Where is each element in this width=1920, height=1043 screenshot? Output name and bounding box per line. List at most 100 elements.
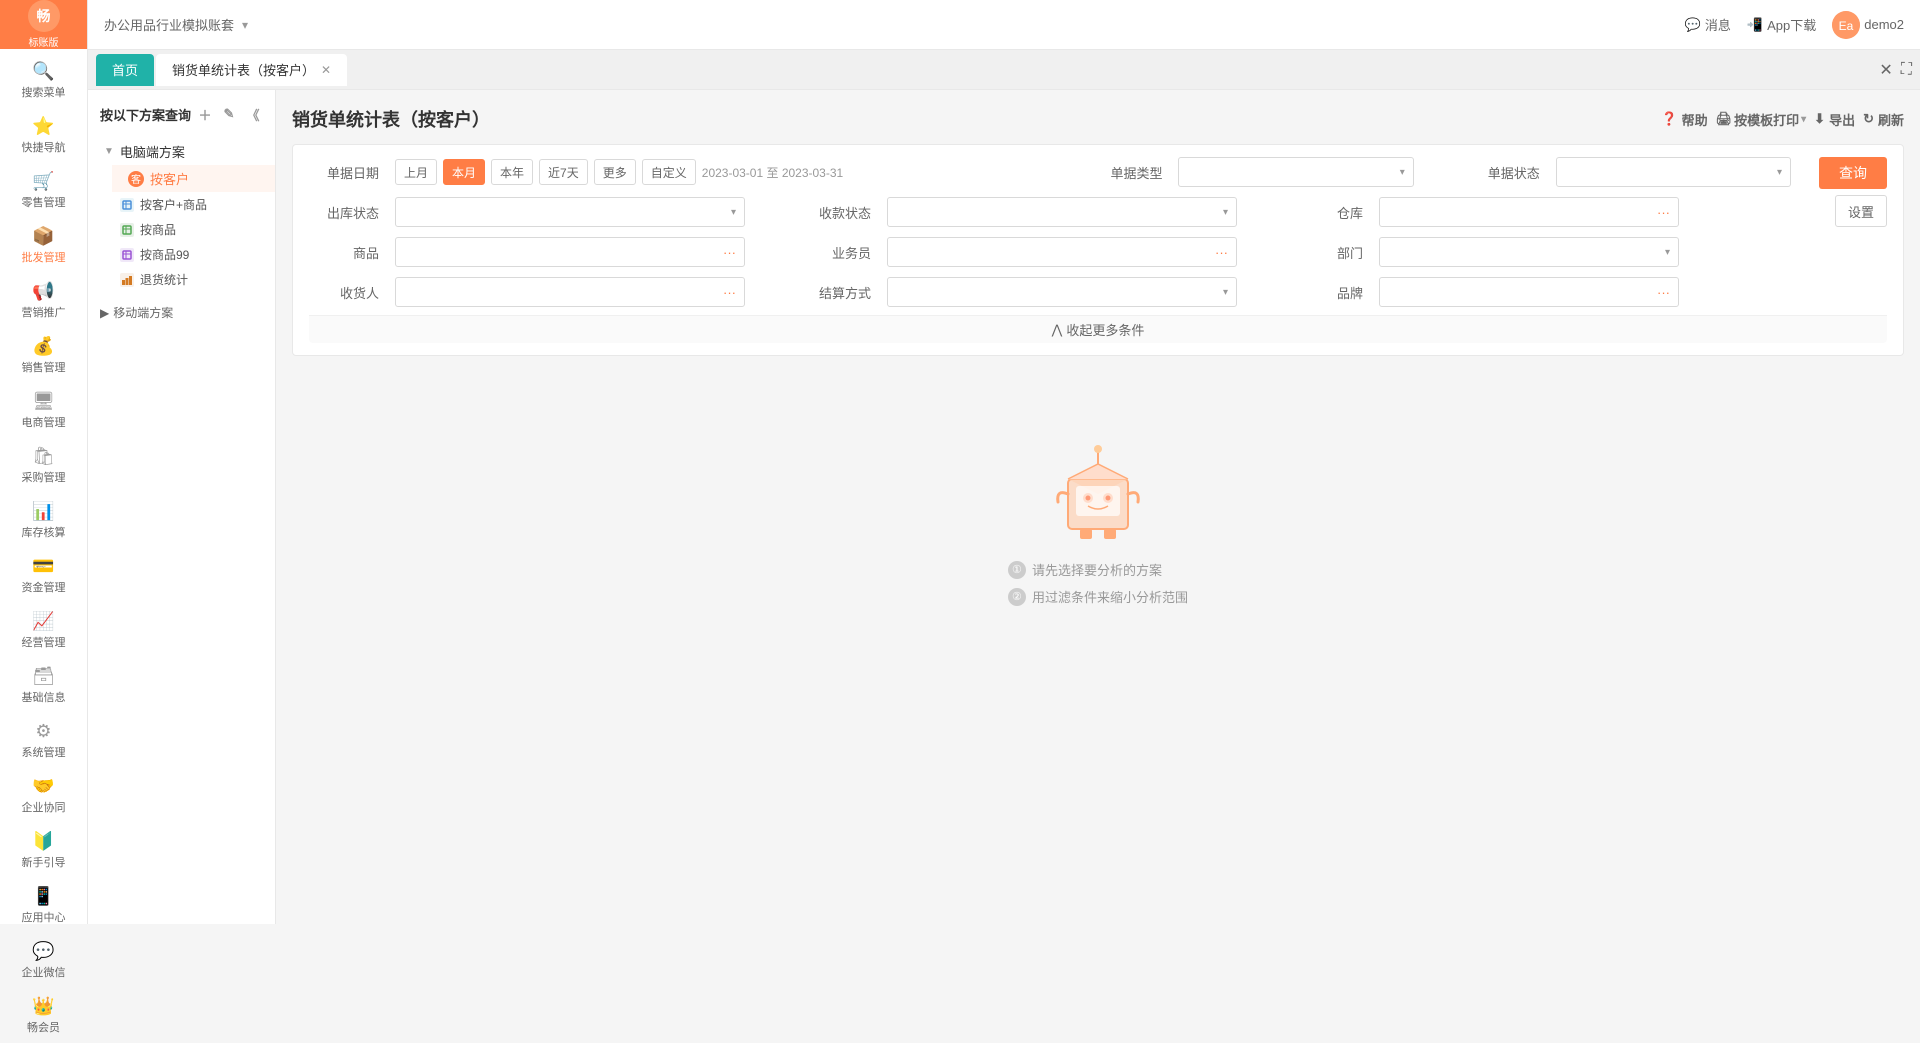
order-status-label: 单据状态 <box>1470 163 1540 182</box>
svg-text:Ea: Ea <box>1839 19 1854 33</box>
brand-ellipsis[interactable]: ··· <box>1657 285 1670 300</box>
tip-num-1: ① <box>1008 561 1026 579</box>
tree-item-by-goods99[interactable]: 按商品99 <box>112 242 275 267</box>
refresh-btn[interactable]: ↻ 刷新 <box>1863 110 1904 129</box>
date-btn-more[interactable]: 更多 <box>594 159 636 185</box>
receiver-ellipsis[interactable]: ··· <box>723 285 736 300</box>
tab-sales-report[interactable]: 销货单统计表（按客户） ✕ <box>156 54 347 86</box>
sidebar-item-apps[interactable]: 📱 应用中心 <box>0 878 87 933</box>
out-status-input[interactable]: ▾ <box>395 197 745 227</box>
tab-home[interactable]: 首页 <box>96 54 154 86</box>
brand-input[interactable]: ··· <box>1379 277 1679 307</box>
tab-close-window-btn[interactable]: ✕ <box>1879 60 1892 80</box>
tree-item-return-stats[interactable]: 退货统计 <box>112 267 275 292</box>
sidebar-item-retail[interactable]: 🛒 零售管理 <box>0 163 87 218</box>
sidebar-item-nav[interactable]: ⭐ 快捷导航 <box>0 108 87 163</box>
sidebar-item-guide[interactable]: 🔰 新手引导 <box>0 823 87 878</box>
tab-close-btn[interactable]: ✕ <box>321 63 331 77</box>
date-btn-this-year[interactable]: 本年 <box>491 159 533 185</box>
message-btn[interactable]: 💬 消息 <box>1685 15 1731 34</box>
help-icon: ❓ <box>1661 111 1677 127</box>
sidebar-item-member[interactable]: 👑 畅会员 <box>0 988 87 1043</box>
help-btn[interactable]: ❓ 帮助 <box>1661 110 1707 129</box>
tree-item-customer-goods[interactable]: 按客户+商品 <box>112 192 275 217</box>
sidebar-item-purchase[interactable]: 🛍 采购管理 <box>0 438 87 493</box>
salesperson-input[interactable]: ··· <box>887 237 1237 267</box>
tab-maximize-btn[interactable]: ⛶ <box>1901 61 1912 79</box>
empty-state: ① 请先选择要分析的方案 ② 用过滤条件来缩小分析范围 <box>292 364 1904 666</box>
print-btn[interactable]: 🖨 按模板打印 ▾ <box>1716 110 1807 129</box>
app-subtitle: 标账版 <box>29 34 59 49</box>
sidebar-item-sales[interactable]: 💰 销售管理 <box>0 328 87 383</box>
order-type-input[interactable]: ▾ <box>1178 157 1413 187</box>
sales-report-tab-label: 销货单统计表（按客户） <box>172 60 315 79</box>
warehouse-ellipsis[interactable]: ··· <box>1657 205 1670 220</box>
topbar-left: 办公用品行业模拟账套 ▾ <box>104 15 248 34</box>
sidebar-item-collab[interactable]: 🤝 企业协同 <box>0 768 87 823</box>
query-button[interactable]: 查询 <box>1819 157 1887 189</box>
user-info[interactable]: Ea demo2 <box>1832 11 1904 39</box>
date-range-text: 2023-03-01 至 2023-03-31 <box>702 164 843 181</box>
ecommerce-icon: 🖥 <box>32 391 55 412</box>
sidebar-item-basic[interactable]: 🗃 基础信息 <box>0 658 87 713</box>
salesperson-ellipsis[interactable]: ··· <box>1215 245 1228 260</box>
tree-desktop-items: 客 按客户 按客户+商品 按商品 <box>88 165 275 292</box>
sidebar-item-inventory[interactable]: 📊 库存核算 <box>0 493 87 548</box>
date-btn-custom[interactable]: 自定义 <box>642 159 696 185</box>
guide-icon: 🔰 <box>32 831 54 852</box>
warehouse-input[interactable]: ··· <box>1379 197 1679 227</box>
order-status-input[interactable]: ▾ <box>1556 157 1791 187</box>
collect-status-dropdown: ▾ <box>1223 207 1228 218</box>
sidebar-item-ecommerce[interactable]: 🖥 电商管理 <box>0 383 87 438</box>
print-dropdown-arrow: ▾ <box>1801 114 1806 125</box>
tree-item-by-goods[interactable]: 按商品 <box>112 217 275 242</box>
sidebar-item-system[interactable]: ⚙ 系统管理 <box>0 713 87 768</box>
side-panel-icons: ＋ ✎ 《 <box>195 104 263 124</box>
settlement-label: 结算方式 <box>801 283 871 302</box>
receiver-input[interactable]: ··· <box>395 277 745 307</box>
order-type-dropdown-arrow: ▾ <box>1400 167 1405 178</box>
date-buttons-group: 上月 本月 本年 近7天 更多 自定义 2023-03-01 至 2023-03… <box>395 159 843 185</box>
app-logo: 畅 <box>28 0 60 32</box>
receiver-label: 收货人 <box>309 283 379 302</box>
goods-input[interactable]: ··· <box>395 237 745 267</box>
apps-icon: 📱 <box>32 886 54 907</box>
collapse-panel-btn[interactable]: 《 <box>243 104 263 124</box>
avatar: Ea <box>1832 11 1860 39</box>
add-scheme-btn[interactable]: ＋ <box>195 104 215 124</box>
date-btn-7days[interactable]: 近7天 <box>539 159 588 185</box>
empty-tips: ① 请先选择要分析的方案 ② 用过滤条件来缩小分析范围 <box>1008 560 1188 606</box>
tree-item-by-customer[interactable]: 客 按客户 <box>112 165 275 192</box>
sidebar-item-search[interactable]: 🔍 搜索菜单 <box>0 53 87 108</box>
sidebar-item-wechat[interactable]: 💬 企业微信 <box>0 933 87 988</box>
system-icon: ⚙ <box>35 721 51 742</box>
main-area: 办公用品行业模拟账套 ▾ 💬 消息 📲 App下载 Ea demo2 <box>88 0 1920 924</box>
mobile-expand-icon: ▶ <box>100 306 109 320</box>
date-btn-this-month[interactable]: 本月 <box>443 159 485 185</box>
edit-scheme-btn[interactable]: ✎ <box>219 104 239 124</box>
goods-icon <box>120 223 134 237</box>
tree-mobile-section: ▶ 移动端方案 <box>88 300 275 325</box>
tree-mobile-header[interactable]: ▶ 移动端方案 <box>88 300 275 325</box>
goods-ellipsis[interactable]: ··· <box>723 245 736 260</box>
sidebar-item-wholesale[interactable]: 📦 批发管理 <box>0 218 87 273</box>
collect-status-input[interactable]: ▾ <box>887 197 1237 227</box>
app-download-btn[interactable]: 📲 App下载 <box>1747 15 1816 34</box>
date-btn-last-month[interactable]: 上月 <box>395 159 437 185</box>
dept-input[interactable]: ▾ <box>1379 237 1679 267</box>
return-stats-icon <box>120 273 134 287</box>
side-panel-header: 按以下方案查询 ＋ ✎ 《 <box>88 98 275 130</box>
wholesale-icon: 📦 <box>32 226 54 247</box>
tree-desktop-header[interactable]: ▼ 电脑端方案 <box>88 138 275 165</box>
export-btn[interactable]: ⬇ 导出 <box>1814 110 1855 129</box>
settlement-input[interactable]: ▾ <box>887 277 1237 307</box>
sidebar-item-finance[interactable]: 💳 资金管理 <box>0 548 87 603</box>
left-sidebar: 畅 标账版 🔍 搜索菜单 ⭐ 快捷导航 🛒 零售管理 📦 批发管理 📢 营销推广… <box>0 0 88 924</box>
collapse-btn[interactable]: ⋀ 收起更多条件 <box>309 315 1887 343</box>
settings-button[interactable]: 设置 <box>1835 195 1887 227</box>
order-status-dropdown-arrow: ▾ <box>1777 167 1782 178</box>
sidebar-menu: 🔍 搜索菜单 ⭐ 快捷导航 🛒 零售管理 📦 批发管理 📢 营销推广 💰 销售管… <box>0 53 87 1043</box>
sidebar-item-operation[interactable]: 📈 经营管理 <box>0 603 87 658</box>
customer-goods-icon <box>120 198 134 212</box>
sidebar-item-marketing[interactable]: 📢 营销推广 <box>0 273 87 328</box>
